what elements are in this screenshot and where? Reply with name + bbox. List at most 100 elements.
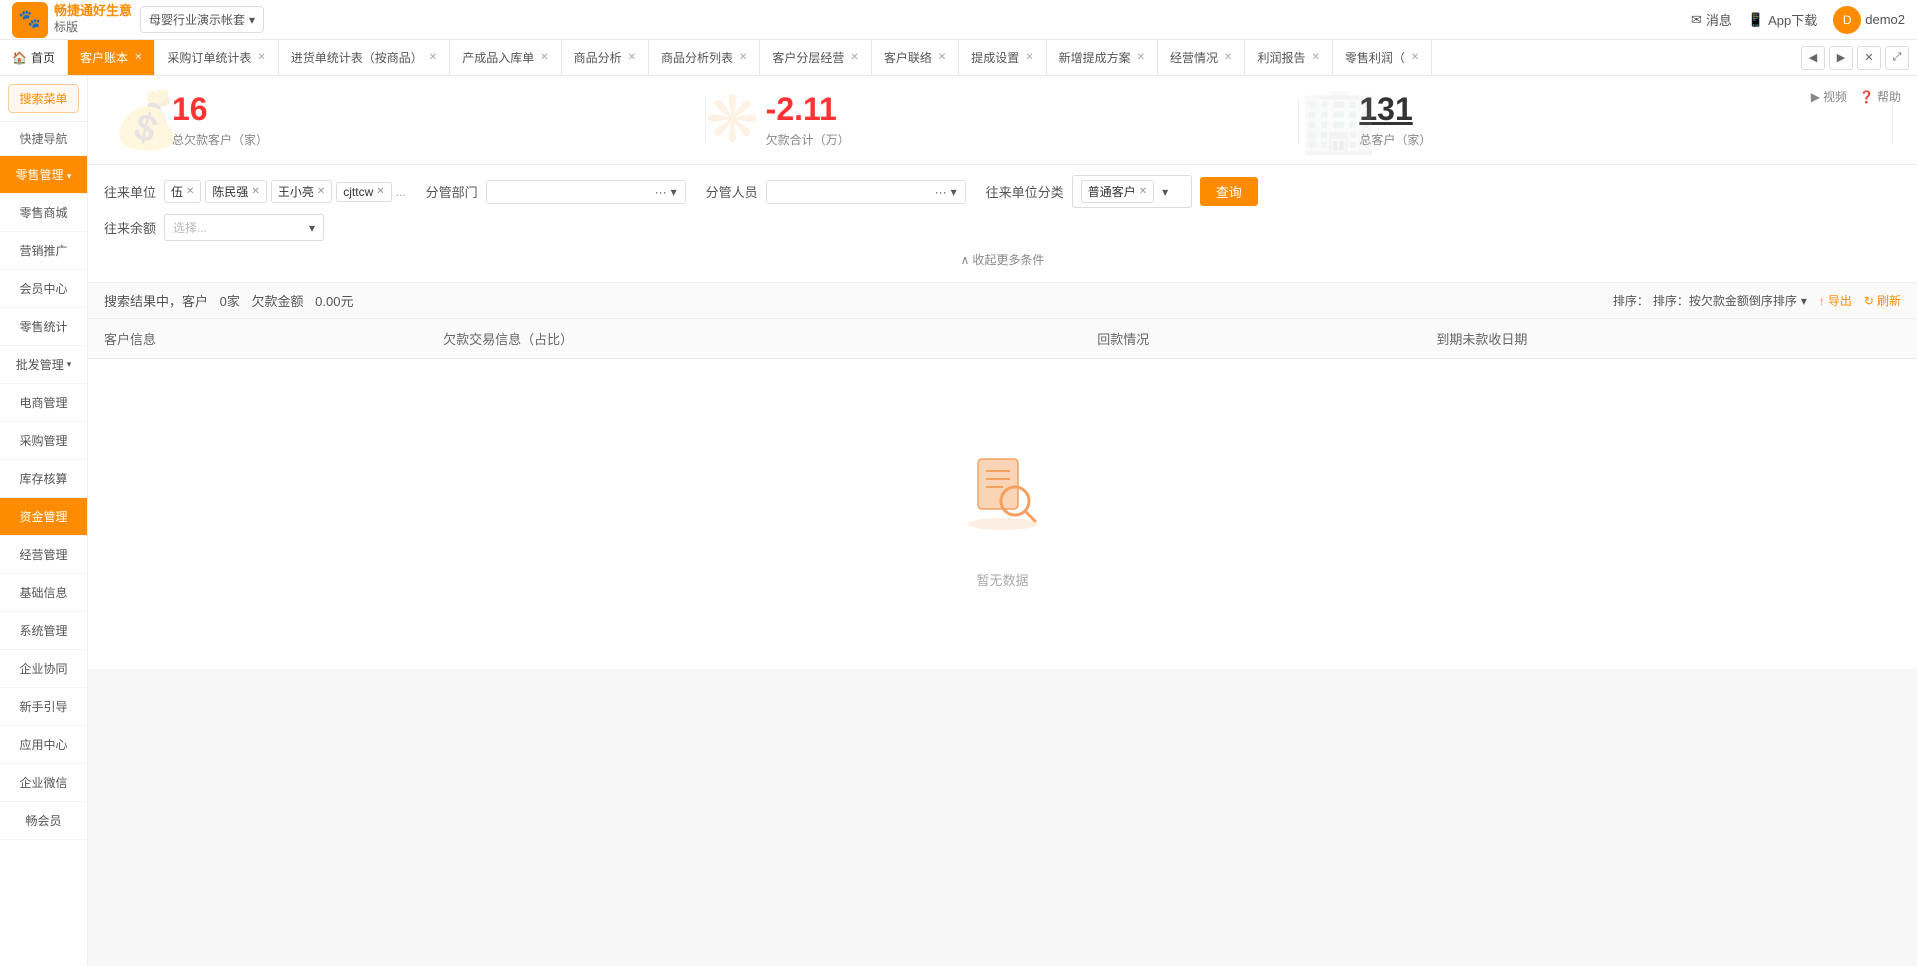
sidebar-item-new-guide[interactable]: 新手引导 (0, 688, 87, 726)
tab-customer-contact-label: 客户联络 (884, 49, 932, 66)
balance-select[interactable]: 选择... ▾ (164, 214, 324, 241)
close-icon[interactable]: ✕ (257, 52, 265, 63)
col-overdue-date: 到期未款收日期 (1420, 319, 1917, 359)
collapse-filters-button[interactable]: ∧ 收起更多条件 (104, 247, 1901, 272)
sidebar-search-button[interactable]: 搜索菜单 (8, 84, 79, 113)
remove-unit-type-tag[interactable]: ✕ (1139, 186, 1147, 197)
stat-customers-label: 总欠款客户（家） (172, 131, 268, 148)
export-button[interactable]: ↑ 导出 (1819, 292, 1852, 309)
tab-promotion-settings[interactable]: 提成设置 ✕ (959, 40, 1046, 76)
tab-purchase-order-stats[interactable]: 采购订单统计表 ✕ (155, 40, 278, 76)
sidebar-item-finance[interactable]: 资金管理 (0, 498, 87, 536)
sort-selector[interactable]: 排序： 排序：按欠款金额倒序排序 ▾ (1613, 292, 1807, 309)
filter-tag-wu[interactable]: 伍 ✕ (164, 180, 201, 203)
sidebar-item-retail-mgmt[interactable]: 零售管理 ▾ (0, 156, 87, 194)
close-icon[interactable]: ✕ (1311, 52, 1319, 63)
tab-customer-contact[interactable]: 客户联络 ✕ (872, 40, 959, 76)
col-customer-info: 客户信息 (88, 319, 427, 359)
sidebar-item-member-center[interactable]: 会员中心 (0, 270, 87, 308)
tab-product-inbound[interactable]: 产成品入库单 ✕ (450, 40, 561, 76)
tag-wang-label: 王小亮 (278, 183, 314, 200)
query-button[interactable]: 查询 (1200, 177, 1258, 206)
sidebar-item-purchase-mgmt[interactable]: 采购管理 (0, 422, 87, 460)
sidebar-item-wholesale-mgmt[interactable]: 批发管理 ▾ (0, 346, 87, 384)
sidebar-item-inventory[interactable]: 库存核算 (0, 460, 87, 498)
close-icon[interactable]: ✕ (429, 52, 437, 63)
filter-tag-wang[interactable]: 王小亮 ✕ (271, 180, 332, 203)
tab-inbound-stats[interactable]: 进货单统计表（按商品） ✕ (279, 40, 450, 76)
close-icon[interactable]: ✕ (628, 52, 636, 63)
remove-tag-wu[interactable]: ✕ (186, 186, 194, 197)
sidebar-item-retail-stats[interactable]: 零售统计 (0, 308, 87, 346)
col-repayment: 回款情况 (1081, 319, 1420, 359)
filter-tag-chen[interactable]: 陈民强 ✕ (205, 180, 266, 203)
tab-home[interactable]: 🏠 首页 (0, 40, 68, 76)
message-button[interactable]: ✉ 消息 (1691, 10, 1732, 29)
tab-new-promo[interactable]: 新增提成方案 ✕ (1047, 40, 1158, 76)
tab-biz-status[interactable]: 经营情况 ✕ (1158, 40, 1245, 76)
video-label: 视频 (1823, 88, 1847, 105)
close-icon[interactable]: ✕ (1137, 52, 1145, 63)
sidebar-item-basic-info[interactable]: 基础信息 (0, 574, 87, 612)
dept-select[interactable]: ··· ▾ (486, 180, 686, 204)
remove-tag-chen[interactable]: ✕ (251, 186, 259, 197)
close-icon[interactable]: ✕ (739, 52, 747, 63)
tab-customer-ledger[interactable]: 客户账本 ✕ (68, 40, 155, 76)
sidebar-item-marketing-label: 营销推广 (19, 244, 67, 258)
sidebar-item-ecommerce[interactable]: 电商管理 (0, 384, 87, 422)
tab-prev-button[interactable]: ◀ (1801, 46, 1825, 70)
sidebar-item-operations[interactable]: 经营管理 (0, 536, 87, 574)
remove-tag-cjttcw[interactable]: ✕ (376, 186, 384, 197)
close-icon[interactable]: ✕ (938, 52, 946, 63)
logo-text: 畅捷通好生意 标版 (54, 3, 132, 35)
close-icon[interactable]: ✕ (850, 52, 858, 63)
tab-goods-analysis-list[interactable]: 商品分析列表 ✕ (649, 40, 760, 76)
sidebar-item-marketing[interactable]: 营销推广 (0, 232, 87, 270)
filter-tag-cjttcw[interactable]: cjttcw ✕ (336, 182, 391, 202)
close-icon[interactable]: ✕ (1025, 52, 1033, 63)
person-select[interactable]: ··· ▾ (766, 180, 966, 204)
sidebar-item-retail-mall[interactable]: 零售商城 (0, 194, 87, 232)
close-icon[interactable]: ✕ (1224, 52, 1232, 63)
filter-more-btn[interactable]: ... (396, 185, 406, 199)
user-area[interactable]: D demo2 (1833, 6, 1905, 34)
video-button[interactable]: ▶ 视频 (1811, 88, 1847, 105)
main-layout: 搜索菜单 快捷导航 零售管理 ▾ 零售商城 营销推广 会员中心 零售统计 批发管… (0, 76, 1917, 966)
sidebar-item-sys-mgmt[interactable]: 系统管理 (0, 612, 87, 650)
remove-tag-wang[interactable]: ✕ (317, 186, 325, 197)
stat-total-customers2: 🏢 131 总客户（家） (1299, 92, 1893, 148)
account-selector[interactable]: 母婴行业演示帐套 ▾ (140, 6, 264, 33)
tab-customer-tier[interactable]: 客户分层经营 ✕ (760, 40, 871, 76)
customer-count: 0家 (220, 294, 240, 309)
tab-next-button[interactable]: ▶ (1829, 46, 1853, 70)
empty-icon (953, 439, 1053, 539)
sidebar-quick-nav[interactable]: 快捷导航 (0, 122, 87, 156)
help-label: 帮助 (1877, 88, 1901, 105)
tab-profit-report[interactable]: 利润报告 ✕ (1245, 40, 1332, 76)
sidebar-item-app-center[interactable]: 应用中心 (0, 726, 87, 764)
unit-type-tag[interactable]: 普通客户 ✕ (1081, 180, 1154, 203)
sidebar-item-inventory-label: 库存核算 (19, 472, 67, 486)
nav-tabs-bar: 🏠 首页 客户账本 ✕ 采购订单统计表 ✕ 进货单统计表（按商品） ✕ 产成品入… (0, 40, 1917, 76)
sidebar-item-enterprise-wechat[interactable]: 企业微信 (0, 764, 87, 802)
unit-type-select[interactable]: 普通客户 ✕ ▾ (1072, 175, 1192, 208)
tab-retail-profit[interactable]: 零售利润（ ✕ (1333, 40, 1432, 76)
col-debt-info: 欠款交易信息（占比） (427, 319, 1081, 359)
app-download-button[interactable]: 📱 App下载 (1748, 10, 1817, 29)
sidebar-item-member-plus[interactable]: 畅会员 (0, 802, 87, 840)
close-icon[interactable]: ✕ (134, 52, 142, 63)
close-icon[interactable]: ✕ (1411, 52, 1419, 63)
tab-fullscreen-button[interactable]: ⤢ (1885, 46, 1909, 70)
sidebar-item-app-center-label: 应用中心 (19, 738, 67, 752)
empty-state: 暂无数据 (88, 359, 1917, 669)
balance-filter-label: 往来余额 (104, 218, 156, 237)
tab-close-all-button[interactable]: ✕ (1857, 46, 1881, 70)
sidebar-item-retail-stats-label: 零售统计 (19, 320, 67, 334)
tab-retail-profit-label: 零售利润（ (1345, 49, 1405, 66)
tab-goods-analysis[interactable]: 商品分析 ✕ (562, 40, 649, 76)
help-button[interactable]: ❓ 帮助 (1859, 88, 1901, 105)
balance-placeholder: 选择... (173, 219, 305, 236)
sidebar-item-enterprise-coop[interactable]: 企业协同 (0, 650, 87, 688)
close-icon[interactable]: ✕ (540, 52, 548, 63)
refresh-button[interactable]: ↻ 刷新 (1864, 292, 1901, 309)
